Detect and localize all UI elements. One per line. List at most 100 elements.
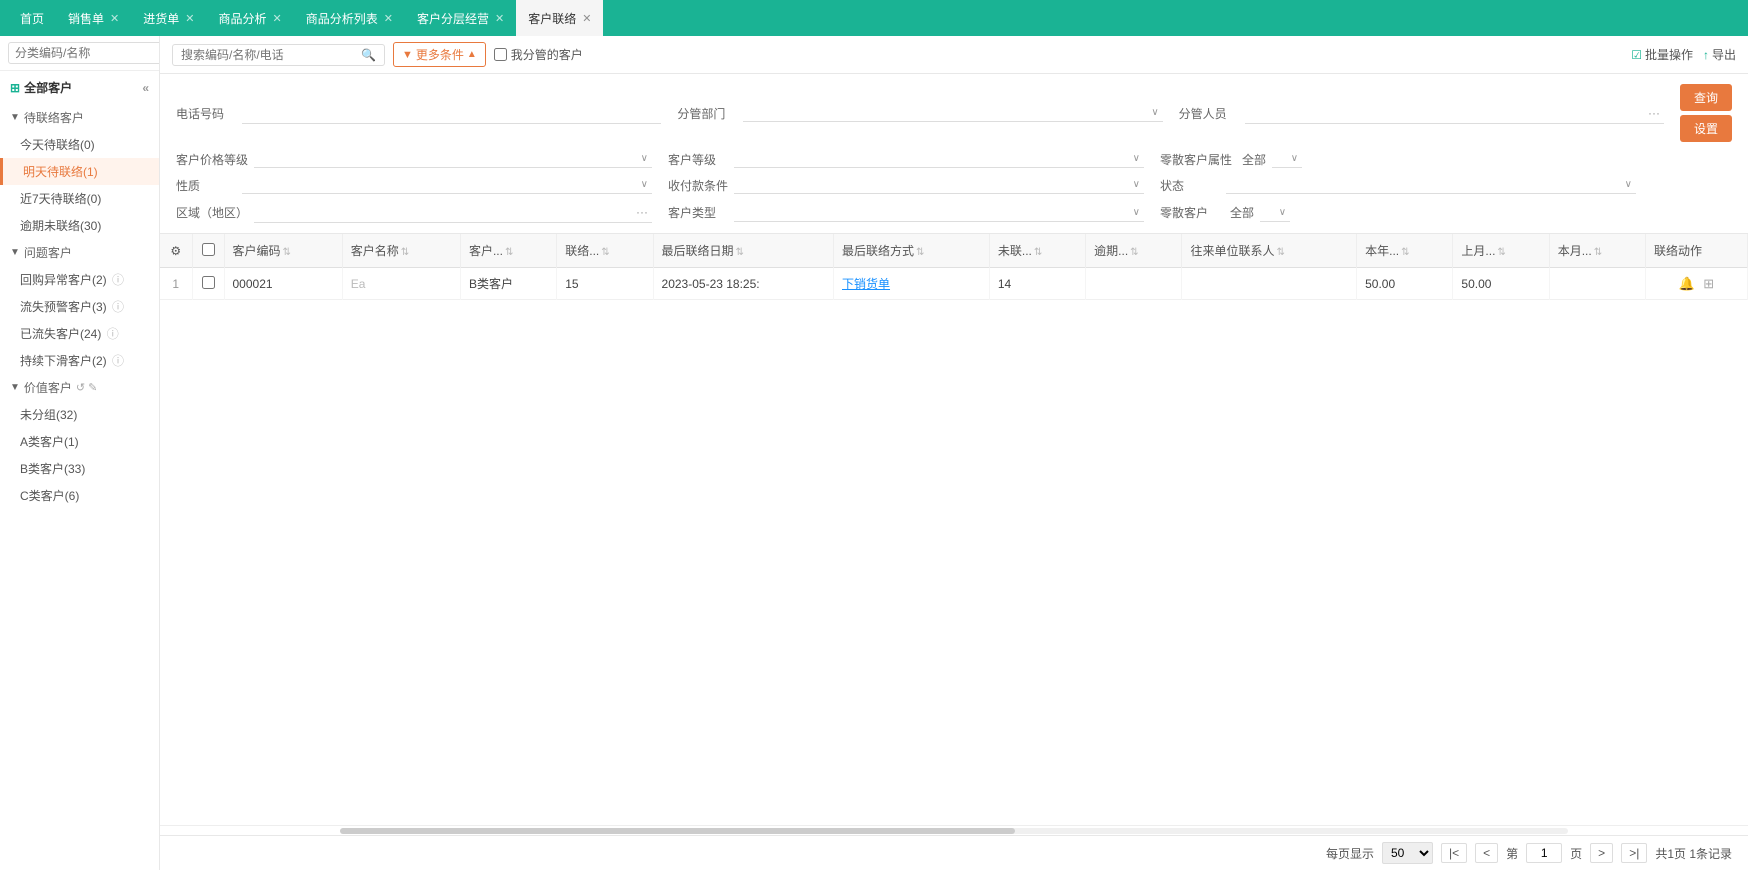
sidebar-item-declining[interactable]: 持续下滑客户(2) ⓘ xyxy=(0,347,159,374)
sort-icon[interactable]: ⇅ xyxy=(1276,247,1284,258)
close-icon[interactable]: ✕ xyxy=(582,12,591,25)
set-button[interactable]: 设置 xyxy=(1680,115,1732,142)
sort-icon[interactable]: ⇅ xyxy=(736,247,744,258)
filter-retail-customer-select[interactable]: ∨ xyxy=(1260,204,1290,222)
dots-icon[interactable]: ··· xyxy=(1648,106,1660,120)
close-icon[interactable]: ✕ xyxy=(110,12,119,25)
nav-customer-contact[interactable]: 客户联络 ✕ xyxy=(516,0,603,36)
prev-page-btn[interactable]: < xyxy=(1475,843,1498,863)
sidebar-item-7days[interactable]: 近7天待联络(0) xyxy=(0,185,159,212)
refresh-icon[interactable]: ↺ xyxy=(76,381,85,394)
filter-retail-attr-select[interactable]: ∨ xyxy=(1272,150,1302,168)
info-icon: ⓘ xyxy=(112,354,124,368)
filter-manager-select[interactable]: ··· xyxy=(1245,103,1664,124)
filter-price-grade-select[interactable]: ∨ xyxy=(254,150,652,168)
settings-icon[interactable]: ⚙ xyxy=(170,244,181,258)
sort-icon[interactable]: ⇅ xyxy=(283,247,291,258)
nav-customer-segment-label: 客户分层经营 xyxy=(417,10,489,27)
filter-phone-input[interactable] xyxy=(242,103,661,124)
chevron-down-icon: ∨ xyxy=(1133,153,1140,164)
horizontal-scrollbar[interactable] xyxy=(160,825,1748,835)
sidebar-item-tomorrow[interactable]: 明天待联络(1) xyxy=(0,158,159,185)
row-checkbox[interactable] xyxy=(192,268,224,300)
sort-icon[interactable]: ⇅ xyxy=(601,247,609,258)
per-page-select[interactable]: 50 100 200 xyxy=(1382,842,1433,864)
sort-icon[interactable]: ⇅ xyxy=(1594,247,1602,258)
nav-purchase-label: 进货单 xyxy=(143,10,179,27)
filter-customer-type-select[interactable]: ∨ xyxy=(734,204,1144,222)
sort-icon[interactable]: ⇅ xyxy=(1034,247,1042,258)
close-icon[interactable]: ✕ xyxy=(384,12,393,25)
all-customers-label: 全部客户 xyxy=(24,79,72,96)
sidebar-item-class-b[interactable]: B类客户(33) xyxy=(0,455,159,482)
close-icon[interactable]: ✕ xyxy=(185,12,194,25)
close-icon[interactable]: ✕ xyxy=(495,12,504,25)
search-icon[interactable]: 🔍 xyxy=(361,48,376,62)
last-page-btn[interactable]: >| xyxy=(1621,843,1647,863)
dots-icon[interactable]: ··· xyxy=(636,205,648,219)
row-last-method[interactable]: 下销货单 xyxy=(834,268,990,300)
export-btn[interactable]: ↑ 导出 xyxy=(1703,46,1736,63)
top-nav: 首页 销售单 ✕ 进货单 ✕ 商品分析 ✕ 商品分析列表 ✕ 客户分层经营 ✕ … xyxy=(0,0,1748,36)
col-uncontacted: 未联...⇅ xyxy=(989,234,1085,268)
nav-product-list[interactable]: 商品分析列表 ✕ xyxy=(294,0,405,36)
batch-ops-btn[interactable]: ☑ 批量操作 xyxy=(1631,46,1693,63)
sidebar-item-class-a[interactable]: A类客户(1) xyxy=(0,428,159,455)
filter-nature-select[interactable]: ∨ xyxy=(242,176,652,194)
my-customers-checkbox[interactable] xyxy=(494,48,507,61)
first-page-btn[interactable]: |< xyxy=(1441,843,1467,863)
sort-icon[interactable]: ⇅ xyxy=(1497,247,1505,258)
sidebar-item-churn-warning[interactable]: 流失预警客户(3) ⓘ xyxy=(0,293,159,320)
row-select-checkbox[interactable] xyxy=(202,276,215,289)
filter-region-label: 区域（地区） xyxy=(176,204,248,221)
nav-purchase[interactable]: 进货单 ✕ xyxy=(131,0,206,36)
action-grid-icon[interactable]: ⊞ xyxy=(1703,276,1714,291)
sort-icon[interactable]: ⇅ xyxy=(916,247,924,258)
filter-payment-select[interactable]: ∨ xyxy=(734,176,1144,194)
search-wrap: 🔍 xyxy=(172,44,385,66)
filter-customer-grade-select[interactable]: ∨ xyxy=(734,150,1144,168)
filter-actions: 查询 设置 xyxy=(1680,84,1732,142)
filter-region-select[interactable]: ··· xyxy=(254,202,652,223)
sidebar-all-customers[interactable]: ⊞ 全部客户 « xyxy=(0,71,159,104)
section-problem-customers[interactable]: ▼ 问题客户 xyxy=(0,239,159,266)
sidebar-item-churned[interactable]: 已流失客户(24) ⓘ xyxy=(0,320,159,347)
filter-region: 区域（地区） ··· xyxy=(176,202,652,223)
sidebar-item-class-c[interactable]: C类客户(6) xyxy=(0,482,159,509)
sort-icon[interactable]: ⇅ xyxy=(401,247,409,258)
section-pending-contact[interactable]: ▼ 待联络客户 xyxy=(0,104,159,131)
edit-icon[interactable]: ✎ xyxy=(88,381,97,394)
close-icon[interactable]: ✕ xyxy=(273,12,282,25)
nav-home[interactable]: 首页 xyxy=(8,0,56,36)
sidebar-search-input[interactable] xyxy=(8,42,160,64)
scrollbar-thumb[interactable] xyxy=(340,828,1015,834)
my-customers-check[interactable]: 我分管的客户 xyxy=(494,46,583,63)
total-pages-label: 页 xyxy=(1570,845,1582,862)
section-value-customers[interactable]: ▼ 价值客户 ↺ ✎ xyxy=(0,374,159,401)
select-all-checkbox[interactable] xyxy=(202,243,215,256)
page-number-input[interactable] xyxy=(1526,843,1562,863)
filter-dept-select[interactable]: ∨ xyxy=(743,104,1162,122)
filter-status-select[interactable]: ∨ xyxy=(1226,176,1636,194)
collapse-icon[interactable]: « xyxy=(142,81,149,95)
sidebar-item-ungrouped[interactable]: 未分组(32) xyxy=(0,401,159,428)
grid-icon: ⊞ xyxy=(10,81,20,95)
sidebar-item-overdue[interactable]: 逾期未联络(30) xyxy=(0,212,159,239)
filter-button[interactable]: ▼ 更多条件 ▲ xyxy=(393,42,486,67)
main-search-input[interactable] xyxy=(181,48,361,62)
col-gear[interactable]: ⚙ xyxy=(160,234,192,268)
sidebar-item-repurchase-anomaly[interactable]: 回购异常客户(2) ⓘ xyxy=(0,266,159,293)
nav-product-analysis[interactable]: 商品分析 ✕ xyxy=(206,0,293,36)
action-bell-icon[interactable]: 🔔 xyxy=(1679,276,1695,291)
nav-sales[interactable]: 销售单 ✕ xyxy=(56,0,131,36)
sort-icon[interactable]: ⇅ xyxy=(505,247,513,258)
chevron-down-icon: ∨ xyxy=(1151,107,1158,118)
sort-icon[interactable]: ⇅ xyxy=(1130,247,1138,258)
nav-customer-segment[interactable]: 客户分层经营 ✕ xyxy=(405,0,516,36)
sort-icon[interactable]: ⇅ xyxy=(1401,247,1409,258)
filter-dept: 分管部门 ∨ xyxy=(677,104,1162,122)
col-checkbox[interactable] xyxy=(192,234,224,268)
sidebar-item-today[interactable]: 今天待联络(0) xyxy=(0,131,159,158)
next-page-btn[interactable]: > xyxy=(1590,843,1613,863)
query-button[interactable]: 查询 xyxy=(1680,84,1732,111)
